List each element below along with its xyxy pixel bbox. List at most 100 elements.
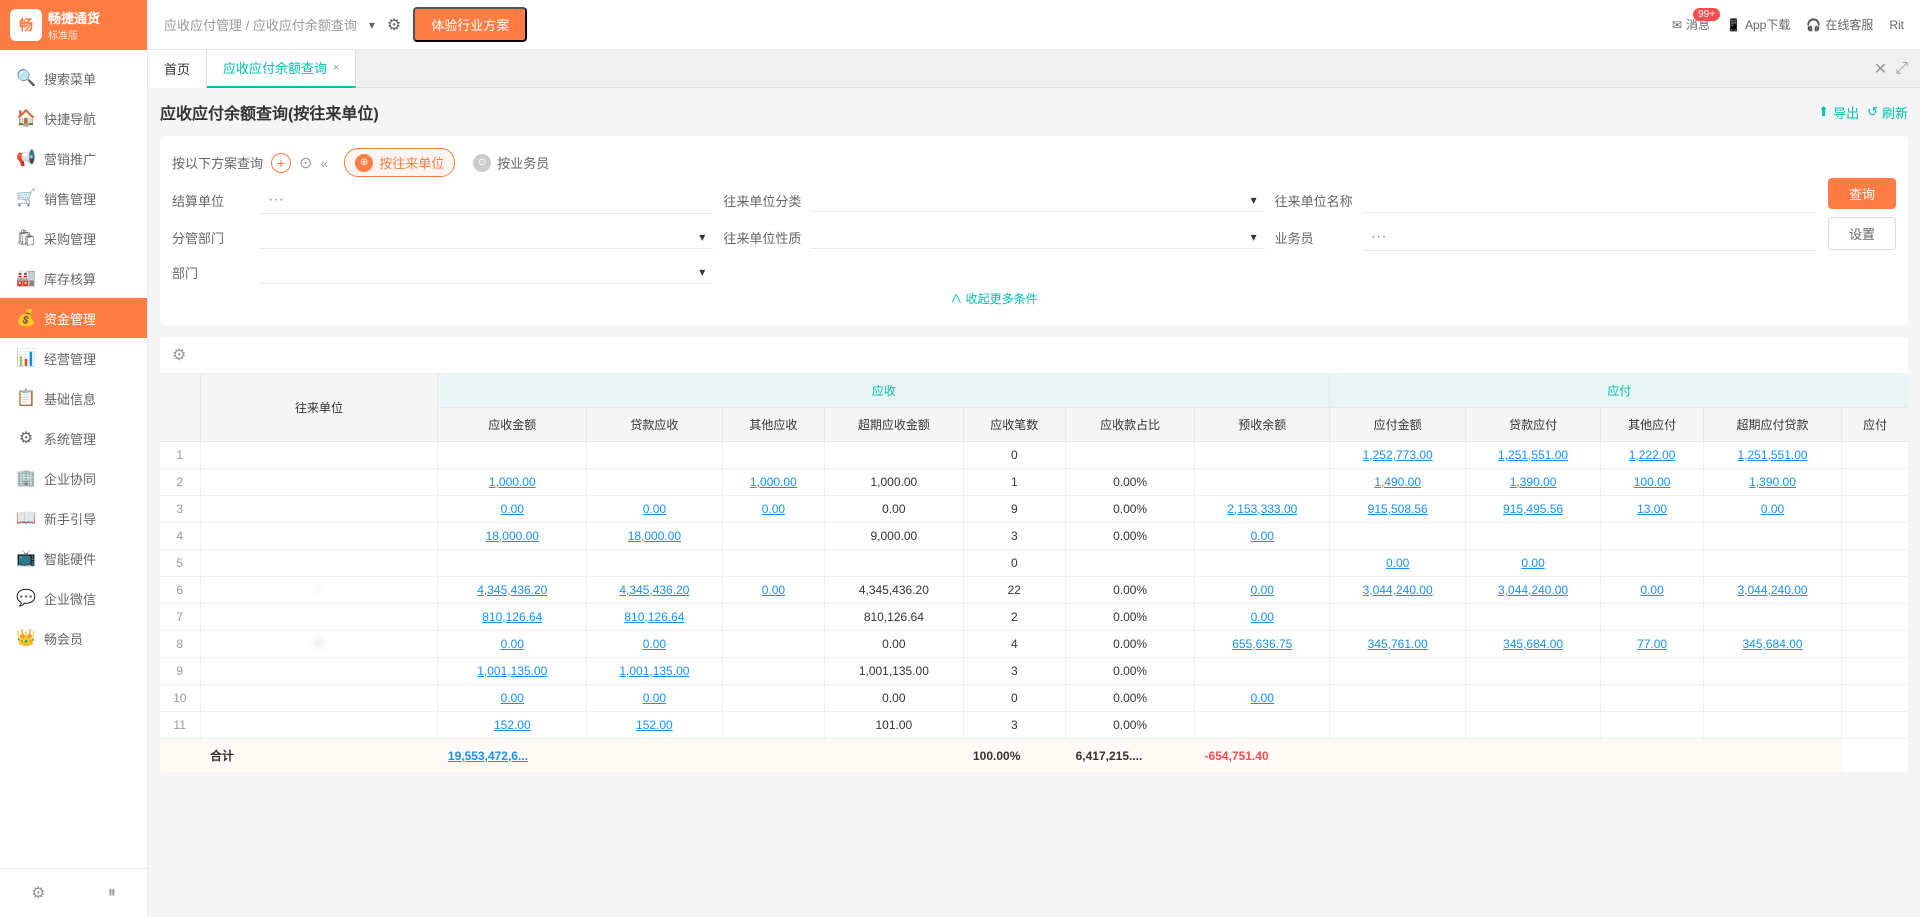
cell-receivable-amount[interactable]: 1,000.00 [438, 469, 587, 496]
cell-other-payable[interactable]: 0.00 [1601, 577, 1704, 604]
sidebar-item-finance[interactable]: 💰 资金管理 [0, 298, 147, 338]
service-button[interactable]: 🎧 在线客服 [1806, 16, 1873, 33]
cell-receivable-amount[interactable]: 152.00 [438, 712, 587, 739]
promo-button[interactable]: 体验行业方案 [413, 7, 527, 42]
cell-receivable-amount[interactable]: 4,345,436.20 [438, 577, 587, 604]
setting-button[interactable]: 设置 [1828, 217, 1896, 250]
query-button[interactable]: 查询 [1828, 178, 1896, 209]
cell-loan-receivable[interactable]: 810,126.64 [587, 604, 722, 631]
sidebar-item-system[interactable]: ⚙ 系统管理 [0, 418, 147, 458]
partner-nature-select[interactable]: ▾ [811, 226, 1264, 249]
sidebar-item-operations[interactable]: 📊 经营管理 [0, 338, 147, 378]
cell-loan-payable[interactable]: 345,684.00 [1465, 631, 1600, 658]
cell-loan-receivable[interactable]: 1,001,135.00 [587, 658, 722, 685]
cell-receivable-amount[interactable]: 0.00 [438, 631, 587, 658]
partner-name-input[interactable] [1363, 189, 1816, 213]
cell-advance-balance[interactable]: 2,153,333.00 [1195, 496, 1330, 523]
sidebar-item-hardware[interactable]: 📺 智能硬件 [0, 538, 147, 578]
cell-other-receivable[interactable]: 0.00 [722, 496, 825, 523]
sidebar-item-marketing[interactable]: 📢 营销推广 [0, 138, 147, 178]
message-button[interactable]: ✉ 消息 99+ [1672, 16, 1710, 33]
app-download-button[interactable]: 📱 App下载 [1726, 16, 1790, 33]
tab-balance-query[interactable]: 应收应付余额查询 × [207, 50, 356, 88]
cell-receivable-amount[interactable]: 810,126.64 [438, 604, 587, 631]
cell-payable-amount[interactable]: 1,490.00 [1330, 469, 1465, 496]
sidebar-item-purchase[interactable]: 🛍 采购管理 [0, 218, 147, 258]
cell-advance-balance[interactable]: 0.00 [1195, 604, 1330, 631]
cell-overdue-payable[interactable]: 1,390.00 [1703, 469, 1841, 496]
settlement-unit-input[interactable]: ··· [260, 187, 713, 214]
tab-close-icon[interactable]: × [333, 62, 339, 74]
sidebar-item-wechat[interactable]: 💬 企业微信 [0, 578, 147, 618]
dept-select[interactable]: ▾ [260, 261, 713, 284]
topbar-gear-icon[interactable]: ⚙ [387, 15, 401, 35]
search-add-button[interactable]: + [271, 153, 291, 173]
by-partner-icon: ⊕ [355, 154, 373, 172]
sidebar-item-guide[interactable]: 📖 新手引导 [0, 498, 147, 538]
cell-payable-amount[interactable]: 915,508.56 [1330, 496, 1465, 523]
cell-loan-receivable[interactable]: 18,000.00 [587, 523, 722, 550]
cell-other-payable[interactable]: 1,222.00 [1601, 442, 1704, 469]
search-option-by-salesman[interactable]: ⊙ 按业务员 [463, 149, 559, 176]
collapse-more-button[interactable]: ∧ 收起更多条件 [172, 284, 1816, 313]
logo-icon: 畅 [10, 9, 42, 41]
cell-loan-receivable[interactable]: 152.00 [587, 712, 722, 739]
topbar-dropdown-icon[interactable]: ▾ [369, 18, 375, 32]
cell-advance-balance[interactable]: 655,636.75 [1195, 631, 1330, 658]
cell-loan-receivable[interactable]: 0.00 [587, 631, 722, 658]
sidebar-item-member[interactable]: 👑 畅会员 [0, 618, 147, 658]
window-expand-icon[interactable]: ⤢ [1895, 60, 1908, 78]
cell-overdue-payable[interactable]: 345,684.00 [1703, 631, 1841, 658]
sidebar-item-basic-info[interactable]: 📋 基础信息 [0, 378, 147, 418]
cell-payable-amount[interactable]: 3,044,240.00 [1330, 577, 1465, 604]
cell-loan-payable[interactable]: 915,495.56 [1465, 496, 1600, 523]
cell-loan-receivable[interactable]: 4,345,436.20 [587, 577, 722, 604]
cell-other-payable[interactable]: 77.00 [1601, 631, 1704, 658]
export-button[interactable]: ⬆ 导出 [1818, 103, 1859, 122]
cell-other-payable[interactable]: 100.00 [1601, 469, 1704, 496]
cell-receivable-ratio: 0.00% [1066, 712, 1195, 739]
window-close-icon[interactable]: ✕ [1874, 59, 1887, 79]
user-profile[interactable]: Rit [1889, 18, 1904, 32]
sidebar-collapse-button[interactable]: ⏸ [100, 880, 124, 906]
table-settings-icon[interactable]: ⚙ [172, 345, 186, 365]
cell-loan-receivable[interactable]: 0.00 [587, 685, 722, 712]
sidebar-item-sales[interactable]: 🛒 销售管理 [0, 178, 147, 218]
search-scheme-icon[interactable]: ⊙ [299, 153, 312, 173]
cell-overdue-payable[interactable]: 1,251,551.00 [1703, 442, 1841, 469]
salesman-input[interactable]: ··· [1363, 224, 1816, 251]
sidebar-item-inventory[interactable]: 🏭 库存核算 [0, 258, 147, 298]
partner-category-select[interactable]: ▾ [811, 189, 1264, 212]
cell-loan-payable[interactable]: 1,390.00 [1465, 469, 1600, 496]
cell-receivable-amount[interactable]: 1,001,135.00 [438, 658, 587, 685]
cell-other-receivable[interactable]: 0.00 [722, 577, 825, 604]
cell-payable-amount[interactable]: 1,252,773.00 [1330, 442, 1465, 469]
sidebar-item-search-menu[interactable]: 🔍 搜索菜单 [0, 58, 147, 98]
cell-receivable-amount[interactable]: 0.00 [438, 685, 587, 712]
cell-advance-balance[interactable]: 0.00 [1195, 577, 1330, 604]
cell-receivable-amount[interactable]: 0.00 [438, 496, 587, 523]
cell-payable-amount [1330, 712, 1465, 739]
cell-loan-payable[interactable]: 0.00 [1465, 550, 1600, 577]
cell-loan-payable[interactable]: 3,044,240.00 [1465, 577, 1600, 604]
sidebar-item-enterprise[interactable]: 🏢 企业协同 [0, 458, 147, 498]
cell-receivable-amount[interactable]: 18,000.00 [438, 523, 587, 550]
cell-loan-receivable[interactable]: 0.00 [587, 496, 722, 523]
cell-overdue-payable[interactable]: 3,044,240.00 [1703, 577, 1841, 604]
sidebar-settings-button[interactable]: ⚙ [23, 879, 53, 907]
dept-manager-select[interactable]: ▾ [260, 226, 713, 249]
cell-other-payable[interactable]: 13.00 [1601, 496, 1704, 523]
cell-advance-balance[interactable]: 0.00 [1195, 523, 1330, 550]
tab-home[interactable]: 首页 [148, 50, 207, 88]
search-collapse-icon[interactable]: « [320, 155, 328, 171]
cell-advance-balance[interactable]: 0.00 [1195, 685, 1330, 712]
cell-payable-amount[interactable]: 0.00 [1330, 550, 1465, 577]
cell-other-receivable[interactable]: 1,000.00 [722, 469, 825, 496]
cell-loan-payable[interactable]: 1,251,551.00 [1465, 442, 1600, 469]
cell-overdue-payable[interactable]: 0.00 [1703, 496, 1841, 523]
search-option-by-partner[interactable]: ⊕ 按往来单位 [344, 148, 455, 177]
refresh-button[interactable]: ↺ 刷新 [1867, 103, 1908, 122]
col-receivable-amount: 应收金额 [438, 408, 587, 442]
sidebar-item-quick-nav[interactable]: 🏠 快捷导航 [0, 98, 147, 138]
cell-payable-amount[interactable]: 345,761.00 [1330, 631, 1465, 658]
